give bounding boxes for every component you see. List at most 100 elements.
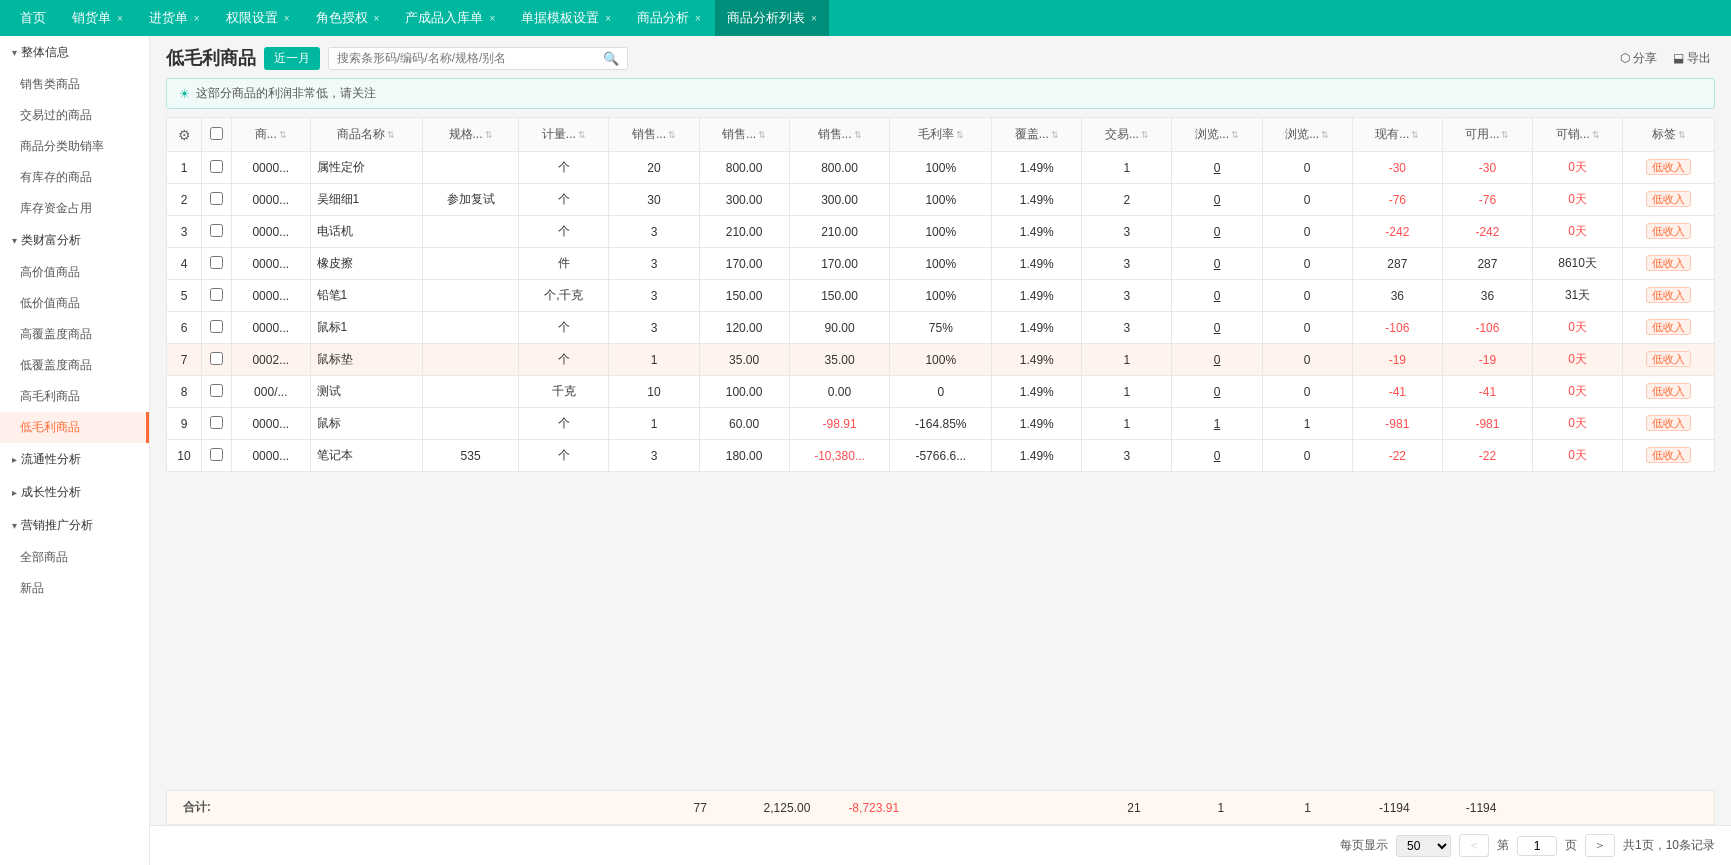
row-checkbox-cell[interactable]: [202, 216, 232, 248]
nav-close-icon[interactable]: ×: [489, 13, 495, 24]
col-trade[interactable]: 交易...⇅: [1082, 118, 1172, 152]
nav-role-auth[interactable]: 角色授权 ×: [304, 0, 392, 36]
sidebar-item-high-margin[interactable]: 高毛利商品: [0, 381, 149, 412]
nav-sales-order[interactable]: 销货单 ×: [60, 0, 135, 36]
row-checkbox[interactable]: [210, 192, 223, 205]
row-name-cell[interactable]: 吴细细1: [310, 184, 422, 216]
nav-template-settings[interactable]: 单据模板设置 ×: [509, 0, 623, 36]
row-checkbox-cell[interactable]: [202, 184, 232, 216]
page-size-select[interactable]: 50 100 200: [1396, 835, 1451, 857]
row-checkbox-cell[interactable]: [202, 344, 232, 376]
col-tag[interactable]: 标签⇅: [1623, 118, 1715, 152]
nav-close-icon[interactable]: ×: [194, 13, 200, 24]
row-view1-cell[interactable]: 0: [1172, 184, 1262, 216]
row-checkbox-cell[interactable]: [202, 152, 232, 184]
row-name-cell[interactable]: 鼠标垫: [310, 344, 422, 376]
col-coverage[interactable]: 覆盖...⇅: [992, 118, 1082, 152]
nav-purchase-order[interactable]: 进货单 ×: [137, 0, 212, 36]
nav-close-icon[interactable]: ×: [695, 13, 701, 24]
row-name-cell[interactable]: 橡皮擦: [310, 248, 422, 280]
row-checkbox[interactable]: [210, 416, 223, 429]
row-checkbox[interactable]: [210, 224, 223, 237]
nav-permission-settings[interactable]: 权限设置 ×: [214, 0, 302, 36]
col-checkbox[interactable]: [202, 118, 232, 152]
col-sale-amount[interactable]: 销售...⇅: [789, 118, 890, 152]
row-checkbox-cell[interactable]: [202, 280, 232, 312]
sidebar-item-low-margin[interactable]: 低毛利商品: [0, 412, 149, 443]
view1-link[interactable]: 0: [1214, 193, 1221, 207]
sidebar-group-growth[interactable]: ▸ 成长性分析: [0, 476, 149, 509]
col-settings[interactable]: ⚙: [167, 118, 202, 152]
col-gross-margin[interactable]: 毛利率⇅: [890, 118, 992, 152]
col-view2[interactable]: 浏览...⇅: [1262, 118, 1352, 152]
nav-home[interactable]: 首页: [8, 0, 58, 36]
row-view1-cell[interactable]: 0: [1172, 248, 1262, 280]
row-checkbox-cell[interactable]: [202, 408, 232, 440]
col-name[interactable]: 商品名称⇅: [310, 118, 422, 152]
row-view1-cell[interactable]: 0: [1172, 376, 1262, 408]
col-view1[interactable]: 浏览...⇅: [1172, 118, 1262, 152]
row-checkbox[interactable]: [210, 384, 223, 397]
next-page-button[interactable]: ＞: [1585, 834, 1615, 857]
row-name-cell[interactable]: 电话机: [310, 216, 422, 248]
row-name-cell[interactable]: 鼠标: [310, 408, 422, 440]
row-checkbox-cell[interactable]: [202, 312, 232, 344]
nav-close-icon[interactable]: ×: [811, 13, 817, 24]
col-sale-qty[interactable]: 销售...⇅: [609, 118, 699, 152]
view1-link[interactable]: 0: [1214, 385, 1221, 399]
page-number-input[interactable]: [1517, 836, 1557, 856]
sidebar-group-wealth[interactable]: ▾ 类财富分析: [0, 224, 149, 257]
nav-close-icon[interactable]: ×: [284, 13, 290, 24]
sidebar-item-stock-capital[interactable]: 库存资金占用: [0, 193, 149, 224]
row-checkbox-cell[interactable]: [202, 376, 232, 408]
col-current-stock[interactable]: 现有...⇅: [1352, 118, 1442, 152]
row-view1-cell[interactable]: 0: [1172, 152, 1262, 184]
nav-close-icon[interactable]: ×: [117, 13, 123, 24]
export-button[interactable]: ⬓ 导出: [1669, 48, 1715, 69]
nav-product-analysis[interactable]: 商品分析 ×: [625, 0, 713, 36]
view1-link[interactable]: 0: [1214, 161, 1221, 175]
row-name-cell[interactable]: 笔记本: [310, 440, 422, 472]
col-unit[interactable]: 计量...⇅: [519, 118, 609, 152]
row-view1-cell[interactable]: 0: [1172, 216, 1262, 248]
row-name-cell[interactable]: 铅笔1: [310, 280, 422, 312]
sidebar-item-new-goods[interactable]: 新品: [0, 573, 149, 604]
row-checkbox[interactable]: [210, 160, 223, 173]
share-button[interactable]: ⬡ 分享: [1616, 48, 1661, 69]
prev-page-button[interactable]: ＜: [1459, 834, 1489, 857]
sidebar-item-low-value[interactable]: 低价值商品: [0, 288, 149, 319]
row-view1-cell[interactable]: 0: [1172, 312, 1262, 344]
row-name-cell[interactable]: 鼠标1: [310, 312, 422, 344]
nav-close-icon[interactable]: ×: [374, 13, 380, 24]
view1-link[interactable]: 0: [1214, 257, 1221, 271]
nav-product-entry[interactable]: 产成品入库单 ×: [393, 0, 507, 36]
row-checkbox[interactable]: [210, 448, 223, 461]
sidebar-item-sales-goods[interactable]: 销售类商品: [0, 69, 149, 100]
col-code[interactable]: 商...⇅: [232, 118, 311, 152]
view1-link[interactable]: 0: [1214, 289, 1221, 303]
view1-link[interactable]: 0: [1214, 321, 1221, 335]
sidebar-item-all-goods[interactable]: 全部商品: [0, 542, 149, 573]
row-view1-cell[interactable]: 0: [1172, 344, 1262, 376]
date-filter-button[interactable]: 近一月: [264, 47, 320, 70]
view1-link[interactable]: 0: [1214, 353, 1221, 367]
sidebar-group-overall[interactable]: ▾ 整体信息: [0, 36, 149, 69]
search-icon[interactable]: 🔍: [603, 51, 619, 66]
nav-close-icon[interactable]: ×: [605, 13, 611, 24]
row-view1-cell[interactable]: 0: [1172, 280, 1262, 312]
row-name-cell[interactable]: 属性定价: [310, 152, 422, 184]
col-available-stock[interactable]: 可用...⇅: [1442, 118, 1532, 152]
view1-link[interactable]: 0: [1214, 449, 1221, 463]
sidebar-item-high-coverage[interactable]: 高覆盖度商品: [0, 319, 149, 350]
col-spec[interactable]: 规格...⇅: [422, 118, 518, 152]
sidebar-group-marketing[interactable]: ▾ 营销推广分析: [0, 509, 149, 542]
view1-link[interactable]: 0: [1214, 225, 1221, 239]
row-view1-cell[interactable]: 1: [1172, 408, 1262, 440]
row-checkbox[interactable]: [210, 352, 223, 365]
row-checkbox[interactable]: [210, 288, 223, 301]
nav-product-analysis-list[interactable]: 商品分析列表 ×: [715, 0, 829, 36]
search-input[interactable]: [337, 51, 599, 65]
row-checkbox-cell[interactable]: [202, 440, 232, 472]
sidebar-item-in-stock-goods[interactable]: 有库存的商品: [0, 162, 149, 193]
row-checkbox-cell[interactable]: [202, 248, 232, 280]
